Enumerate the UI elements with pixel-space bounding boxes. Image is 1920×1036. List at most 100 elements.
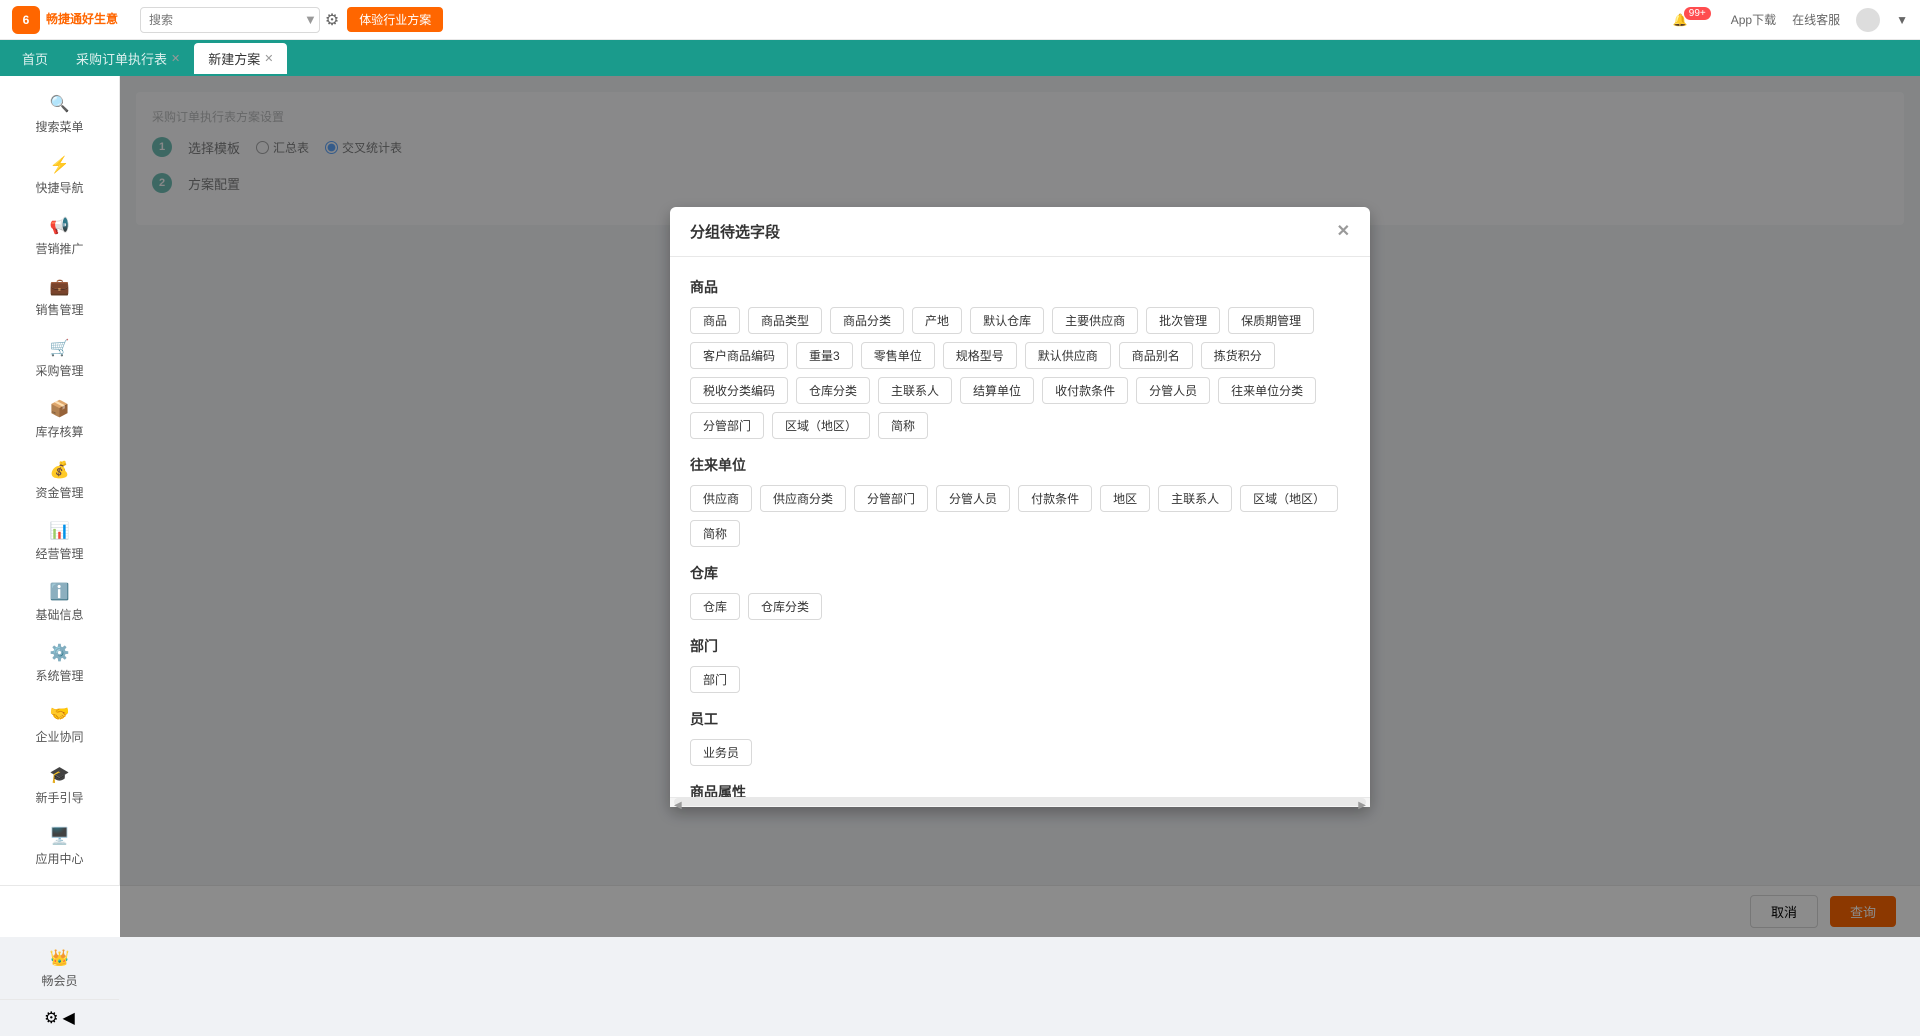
sidebar-item-system[interactable]: ⚙️ 系统管理 xyxy=(0,633,119,694)
tab-home[interactable]: 首页 xyxy=(8,43,62,74)
tab-purchase-exec-close[interactable]: ✕ xyxy=(171,52,180,65)
field-tag[interactable]: 规格型号 xyxy=(943,342,1017,369)
field-tag[interactable]: 客户商品编码 xyxy=(690,342,788,369)
field-tag[interactable]: 简称 xyxy=(690,520,740,547)
dialog-horizontal-scrollbar[interactable]: ◀ ▶ xyxy=(670,797,1370,807)
field-tag[interactable]: 简称 xyxy=(878,412,928,439)
sidebar: 🔍 搜索菜单 ⚡ 快捷导航 📢 营销推广 💼 销售管理 🛒 采购管理 📦 库存核… xyxy=(0,76,120,937)
logo-text: 畅捷通好生意 xyxy=(46,12,118,26)
search-menu-icon: 🔍 xyxy=(50,94,70,114)
content-area: 采购订单执行表方案设置 1 选择模板 汇总表 交叉统计表 2 方案配置 xyxy=(120,76,1920,937)
field-tag[interactable]: 往来单位分类 xyxy=(1218,377,1316,404)
top-header: 6 畅捷通好生意 ▼ ⚙ 体验行业方案 🔔99+ App下载 在线客服 ▼ xyxy=(0,0,1920,40)
partner-field-grid: 供应商供应商分类分管部门分管人员付款条件地区主联系人区域（地区） 简称 xyxy=(690,485,1350,547)
field-tag[interactable]: 区域（地区） xyxy=(1240,485,1338,512)
sidebar-item-inventory[interactable]: 📦 库存核算 xyxy=(0,389,119,450)
sidebar-item-purchase[interactable]: 🛒 采购管理 xyxy=(0,328,119,389)
field-tag[interactable]: 商品分类 xyxy=(830,307,904,334)
sidebar-item-marketing[interactable]: 📢 营销推广 xyxy=(0,206,119,267)
field-tag[interactable]: 分管人员 xyxy=(936,485,1010,512)
sidebar-item-enterprise[interactable]: 🤝 企业协同 xyxy=(0,694,119,755)
basic-info-icon: ℹ️ xyxy=(50,582,70,602)
field-tag[interactable]: 结算单位 xyxy=(960,377,1034,404)
sidebar-item-newbie[interactable]: 🎓 新手引导 xyxy=(0,755,119,816)
tab-new-plan-close[interactable]: ✕ xyxy=(264,52,273,65)
dialog-title: 分组待选字段 xyxy=(690,221,780,242)
field-tag[interactable]: 重量3 xyxy=(796,342,853,369)
online-service-link[interactable]: 在线客服 xyxy=(1792,11,1840,28)
field-tag[interactable]: 分管人员 xyxy=(1136,377,1210,404)
sidebar-item-member[interactable]: 👑 畅会员 xyxy=(0,938,119,999)
sidebar-collapse-btn[interactable]: ◀ xyxy=(63,1008,75,1028)
field-tag[interactable]: 供应商分类 xyxy=(760,485,846,512)
field-tag[interactable]: 付款条件 xyxy=(1018,485,1092,512)
logo-area: 6 畅捷通好生意 xyxy=(12,6,132,34)
field-tag[interactable]: 批次管理 xyxy=(1146,307,1220,334)
field-tag[interactable]: 税收分类编码 xyxy=(690,377,788,404)
dialog-close-btn[interactable]: ✕ xyxy=(1337,221,1350,241)
field-tag[interactable]: 商品 xyxy=(690,307,740,334)
tab-purchase-exec[interactable]: 采购订单执行表 ✕ xyxy=(62,43,194,74)
inventory-icon: 📦 xyxy=(50,399,70,419)
field-tag[interactable]: 分管部门 xyxy=(854,485,928,512)
field-tag[interactable]: 仓库 xyxy=(690,593,740,620)
user-avatar[interactable] xyxy=(1856,8,1880,32)
field-tag[interactable]: 零售单位 xyxy=(861,342,935,369)
field-tag[interactable]: 主联系人 xyxy=(878,377,952,404)
nav-tabs-bar: 首页 采购订单执行表 ✕ 新建方案 ✕ xyxy=(0,40,1920,76)
field-tag[interactable]: 保质期管理 xyxy=(1228,307,1314,334)
notification-area[interactable]: 🔔99+ xyxy=(1673,13,1715,27)
section-product: 商品 商品商品类型商品分类产地默认仓库主要供应商批次管理保质期管理客户商品编码重… xyxy=(690,277,1350,439)
main-layout: 🔍 搜索菜单 ⚡ 快捷导航 📢 营销推广 💼 销售管理 🛒 采购管理 📦 库存核… xyxy=(0,76,1920,937)
quick-nav-icon: ⚡ xyxy=(50,155,70,175)
management-icon: 📊 xyxy=(50,521,70,541)
notification-badge: 99+ xyxy=(1684,7,1711,20)
sidebar-item-management[interactable]: 📊 经营管理 xyxy=(0,511,119,572)
sidebar-item-app-center[interactable]: 🖥️ 应用中心 xyxy=(0,816,119,877)
field-tag[interactable]: 商品类型 xyxy=(748,307,822,334)
section-employee: 员工 业务员 xyxy=(690,709,1350,766)
field-tag[interactable]: 区域（地区） xyxy=(772,412,870,439)
header-search-input[interactable] xyxy=(140,7,320,33)
sidebar-item-basic-info[interactable]: ℹ️ 基础信息 xyxy=(0,572,119,633)
field-tag[interactable]: 仓库分类 xyxy=(796,377,870,404)
field-tag[interactable]: 分管部门 xyxy=(690,412,764,439)
dialog-header: 分组待选字段 ✕ xyxy=(670,207,1370,257)
field-tag[interactable]: 产地 xyxy=(912,307,962,334)
section-warehouse-title: 仓库 xyxy=(690,563,1350,583)
field-tag[interactable]: 供应商 xyxy=(690,485,752,512)
field-tag[interactable]: 主要供应商 xyxy=(1052,307,1138,334)
scrollbar-track[interactable] xyxy=(674,798,1366,806)
field-tag[interactable]: 部门 xyxy=(690,666,740,693)
field-tag[interactable]: 仓库分类 xyxy=(748,593,822,620)
field-tag[interactable]: 业务员 xyxy=(690,739,752,766)
dialog-overlay: 分组待选字段 ✕ 商品 商品商品类型商品分类产地默认仓库主要供应商批次管理保质期… xyxy=(120,76,1920,937)
system-icon: ⚙️ xyxy=(50,643,70,663)
product-field-grid: 商品商品类型商品分类产地默认仓库主要供应商批次管理保质期管理客户商品编码重量3 零… xyxy=(690,307,1350,439)
section-warehouse: 仓库 仓库仓库分类 xyxy=(690,563,1350,620)
field-tag[interactable]: 地区 xyxy=(1100,485,1150,512)
settings-icon[interactable]: ⚙ xyxy=(325,10,339,30)
field-tag[interactable]: 主联系人 xyxy=(1158,485,1232,512)
dialog-body[interactable]: 商品 商品商品类型商品分类产地默认仓库主要供应商批次管理保质期管理客户商品编码重… xyxy=(670,257,1370,797)
sidebar-settings-btn[interactable]: ⚙ xyxy=(44,1008,58,1028)
section-partner-title: 往来单位 xyxy=(690,455,1350,475)
sidebar-item-finance[interactable]: 💰 资金管理 xyxy=(0,450,119,511)
sidebar-item-sales[interactable]: 💼 销售管理 xyxy=(0,267,119,328)
field-tag[interactable]: 默认供应商 xyxy=(1025,342,1111,369)
sidebar-item-quick-nav[interactable]: ⚡ 快捷导航 xyxy=(0,145,119,206)
logo-icon: 6 xyxy=(12,6,40,34)
sidebar-item-search[interactable]: 🔍 搜索菜单 xyxy=(0,84,119,145)
search-icon: ▼ xyxy=(304,12,317,27)
tab-new-plan[interactable]: 新建方案 ✕ xyxy=(194,43,287,74)
field-tag[interactable]: 拣货积分 xyxy=(1201,342,1275,369)
app-download-link[interactable]: App下载 xyxy=(1731,11,1776,28)
trial-btn[interactable]: 体验行业方案 xyxy=(347,7,443,32)
field-tag[interactable]: 商品别名 xyxy=(1119,342,1193,369)
user-menu-arrow[interactable]: ▼ xyxy=(1896,13,1908,27)
app-center-icon: 🖥️ xyxy=(50,826,70,846)
field-tag[interactable]: 收付款条件 xyxy=(1042,377,1128,404)
finance-icon: 💰 xyxy=(50,460,70,480)
member-icon: 👑 xyxy=(50,948,70,968)
field-tag[interactable]: 默认仓库 xyxy=(970,307,1044,334)
